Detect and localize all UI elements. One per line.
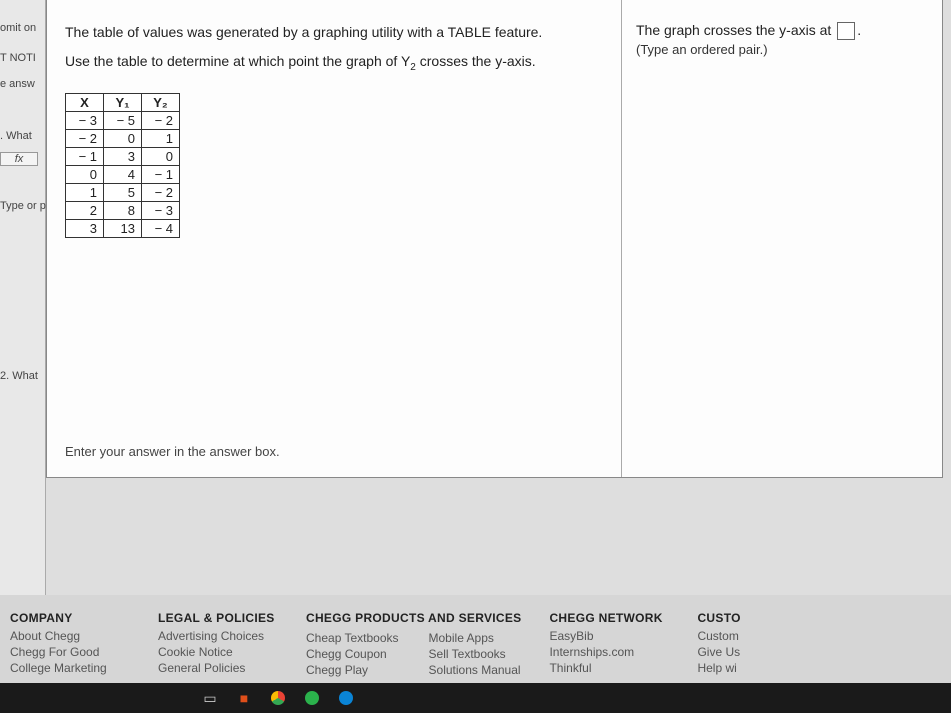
instruction-line-2: Use the table to determine at which poin… xyxy=(65,51,607,75)
taskbar-app-icon[interactable] xyxy=(302,688,322,708)
edge-icon[interactable] xyxy=(336,688,356,708)
footer-heading: CHEGG PRODUCTS AND SERVICES xyxy=(306,611,521,625)
footer-link[interactable]: Advertising Choices xyxy=(158,629,278,643)
table-cell: 1 xyxy=(66,183,104,201)
table-cell: 5 xyxy=(104,183,142,201)
taskbar-app-icon[interactable]: ■ xyxy=(234,688,254,708)
table-row: − 201 xyxy=(66,129,180,147)
footer-link[interactable]: Chegg For Good xyxy=(10,645,130,659)
table-cell: − 3 xyxy=(66,111,104,129)
footer-company: COMPANY About Chegg Chegg For Good Colle… xyxy=(10,611,130,679)
sidebar-fragment: Type or pa xyxy=(0,200,52,212)
table-row: 28− 3 xyxy=(66,201,180,219)
footer-link[interactable]: Chegg Play xyxy=(306,663,399,677)
table-cell: − 1 xyxy=(66,147,104,165)
table-cell: 1 xyxy=(142,129,180,147)
footer-heading: LEGAL & POLICIES xyxy=(158,611,278,625)
footer-products: CHEGG PRODUCTS AND SERVICES Cheap Textbo… xyxy=(306,611,521,679)
table-row: 04− 1 xyxy=(66,165,180,183)
answer-format-note: (Type an ordered pair.) xyxy=(636,42,930,57)
answer-prompt-line: The graph crosses the y-axis at . xyxy=(636,22,930,40)
footer-network: CHEGG NETWORK EasyBib Internships.com Th… xyxy=(549,611,669,679)
question-content: The table of values was generated by a g… xyxy=(47,0,622,477)
answer-entry-area: The graph crosses the y-axis at . (Type … xyxy=(622,0,942,477)
footer-link[interactable]: Help wi xyxy=(697,661,817,675)
table-row: 15− 2 xyxy=(66,183,180,201)
table-cell: 13 xyxy=(104,219,142,237)
table-cell: − 5 xyxy=(104,111,142,129)
sidebar-fragment: T NOTI xyxy=(0,52,36,64)
windows-taskbar[interactable]: ▭ ■ xyxy=(0,683,951,713)
answer-box-hint: Enter your answer in the answer box. xyxy=(65,444,280,459)
footer-link[interactable]: Sell Textbooks xyxy=(429,647,521,661)
footer-link[interactable]: About Chegg xyxy=(10,629,130,643)
footer-link[interactable]: College Marketing xyxy=(10,661,130,675)
taskbar-app-icon[interactable]: ▭ xyxy=(200,688,220,708)
answer-input-box[interactable] xyxy=(837,22,855,40)
footer-link[interactable]: General Policies xyxy=(158,661,278,675)
footer-link[interactable]: Solutions Manual xyxy=(429,663,521,677)
instruction-text: Use the table to determine at which poin… xyxy=(65,53,410,69)
table-cell: 3 xyxy=(104,147,142,165)
footer-link[interactable]: EasyBib xyxy=(549,629,669,643)
table-row: − 130 xyxy=(66,147,180,165)
footer-link[interactable]: Internships.com xyxy=(549,645,669,659)
footer-link[interactable]: Cheap Textbooks xyxy=(306,631,399,645)
footer-link[interactable]: Cookie Notice xyxy=(158,645,278,659)
footer-link[interactable]: Thinkful xyxy=(549,661,669,675)
table-cell: − 3 xyxy=(142,201,180,219)
answer-suffix: . xyxy=(857,22,861,38)
table-row: 313− 4 xyxy=(66,219,180,237)
footer-legal: LEGAL & POLICIES Advertising Choices Coo… xyxy=(158,611,278,679)
table-header-x: X xyxy=(66,93,104,111)
table-cell: 8 xyxy=(104,201,142,219)
footer-link[interactable]: Custom xyxy=(697,629,817,643)
table-cell: − 2 xyxy=(142,183,180,201)
table-cell: 0 xyxy=(66,165,104,183)
table-cell: 4 xyxy=(104,165,142,183)
sidebar-fragment: e answ xyxy=(0,78,35,90)
values-table: X Y₁ Y₂ − 3− 5− 2− 201− 13004− 115− 228−… xyxy=(65,93,180,238)
table-header-y1: Y₁ xyxy=(104,93,142,111)
footer-link[interactable]: Chegg Coupon xyxy=(306,647,399,661)
table-cell: 3 xyxy=(66,219,104,237)
instruction-line-1: The table of values was generated by a g… xyxy=(65,22,607,43)
footer-customer: CUSTO Custom Give Us Help wi xyxy=(697,611,817,679)
footer-heading: COMPANY xyxy=(10,611,130,625)
sidebar-fragment: . What xyxy=(0,130,32,142)
table-cell: 0 xyxy=(142,147,180,165)
table-cell: − 2 xyxy=(142,111,180,129)
table-cell: 2 xyxy=(66,201,104,219)
footer-heading: CUSTO xyxy=(697,611,817,625)
table-cell: 0 xyxy=(104,129,142,147)
formula-bar-fx[interactable]: fx xyxy=(0,152,38,166)
sidebar-fragment: omit on xyxy=(0,22,36,34)
table-cell: − 1 xyxy=(142,165,180,183)
footer-link[interactable]: Give Us xyxy=(697,645,817,659)
instruction-text: crosses the y-axis. xyxy=(416,53,536,69)
sidebar-fragment: 2. What xyxy=(0,370,38,382)
table-row: − 3− 5− 2 xyxy=(66,111,180,129)
chrome-icon[interactable] xyxy=(268,688,288,708)
table-header-y2: Y₂ xyxy=(142,93,180,111)
footer-heading: CHEGG NETWORK xyxy=(549,611,669,625)
footer-link[interactable]: Mobile Apps xyxy=(429,631,521,645)
page-footer: COMPANY About Chegg Chegg For Good Colle… xyxy=(0,595,951,683)
table-cell: − 4 xyxy=(142,219,180,237)
table-cell: − 2 xyxy=(66,129,104,147)
question-panel: The table of values was generated by a g… xyxy=(46,0,943,478)
answer-prompt-text: The graph crosses the y-axis at xyxy=(636,22,835,38)
